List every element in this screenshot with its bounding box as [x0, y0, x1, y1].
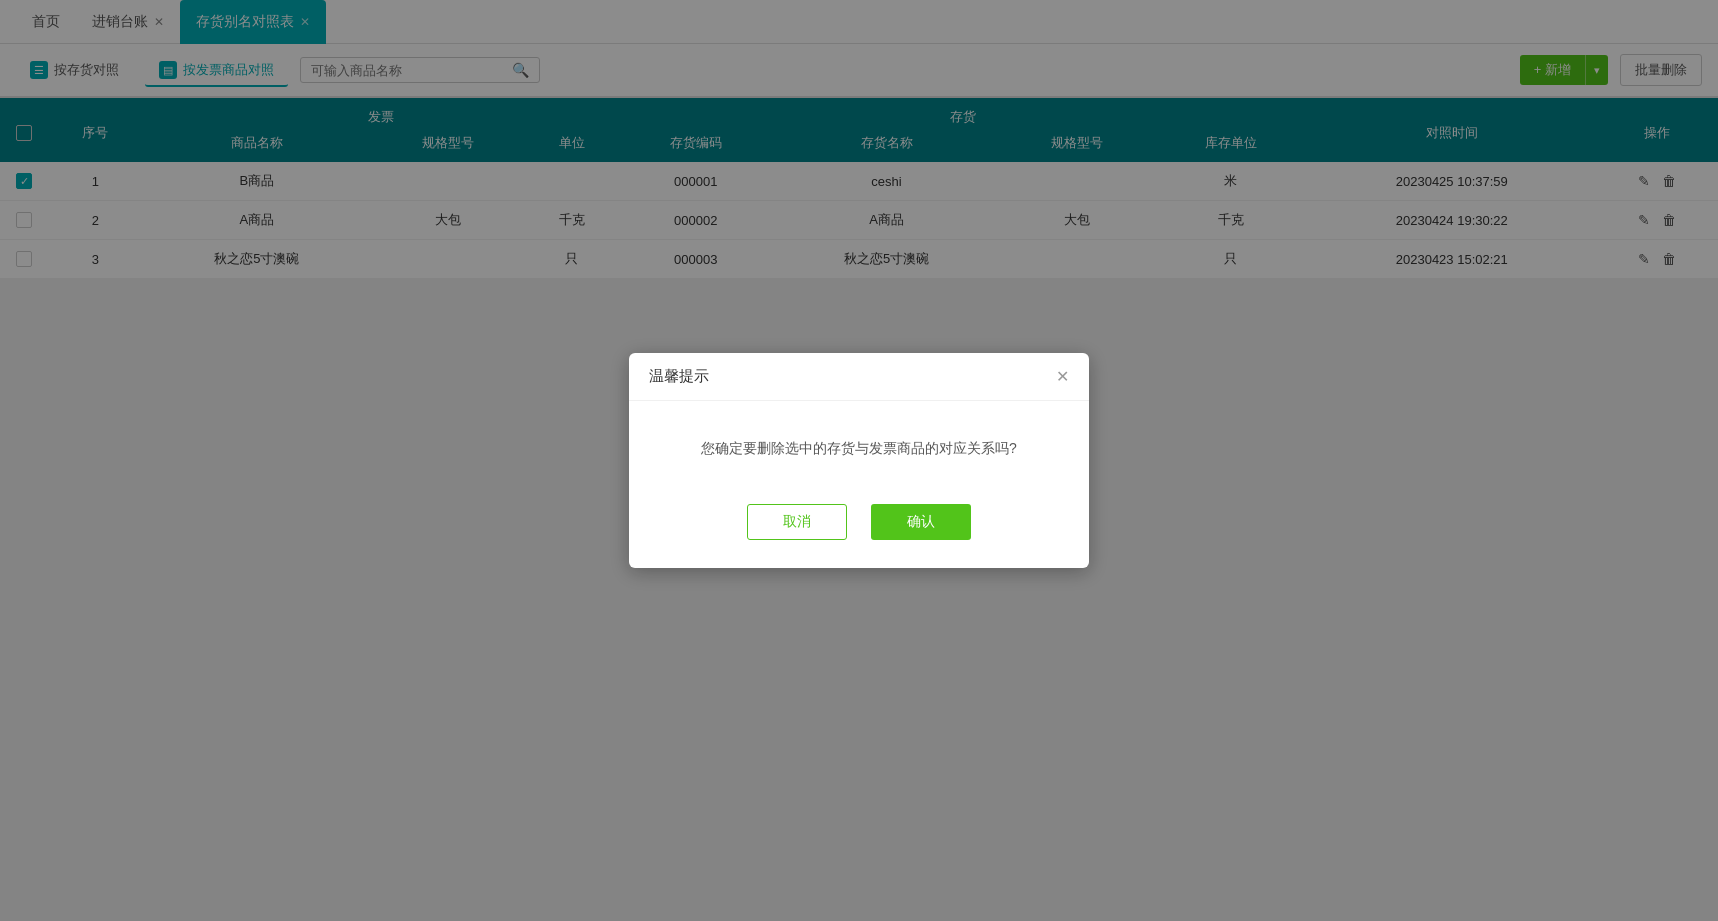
confirm-dialog: 温馨提示 ✕ 您确定要删除选中的存货与发票商品的对应关系吗? 取消 确认	[629, 353, 1089, 567]
dialog-confirm-button[interactable]: 确认	[871, 504, 971, 540]
dialog-body: 您确定要删除选中的存货与发票商品的对应关系吗?	[629, 401, 1089, 487]
dialog-cancel-button[interactable]: 取消	[747, 504, 847, 540]
dialog-close-button[interactable]: ✕	[1056, 367, 1069, 386]
dialog-footer: 取消 确认	[629, 488, 1089, 568]
dialog-header: 温馨提示 ✕	[629, 353, 1089, 401]
dialog-message: 您确定要删除选中的存货与发票商品的对应关系吗?	[701, 440, 1017, 456]
dialog-title: 温馨提示	[649, 367, 709, 386]
dialog-overlay: 温馨提示 ✕ 您确定要删除选中的存货与发票商品的对应关系吗? 取消 确认	[0, 0, 1718, 921]
